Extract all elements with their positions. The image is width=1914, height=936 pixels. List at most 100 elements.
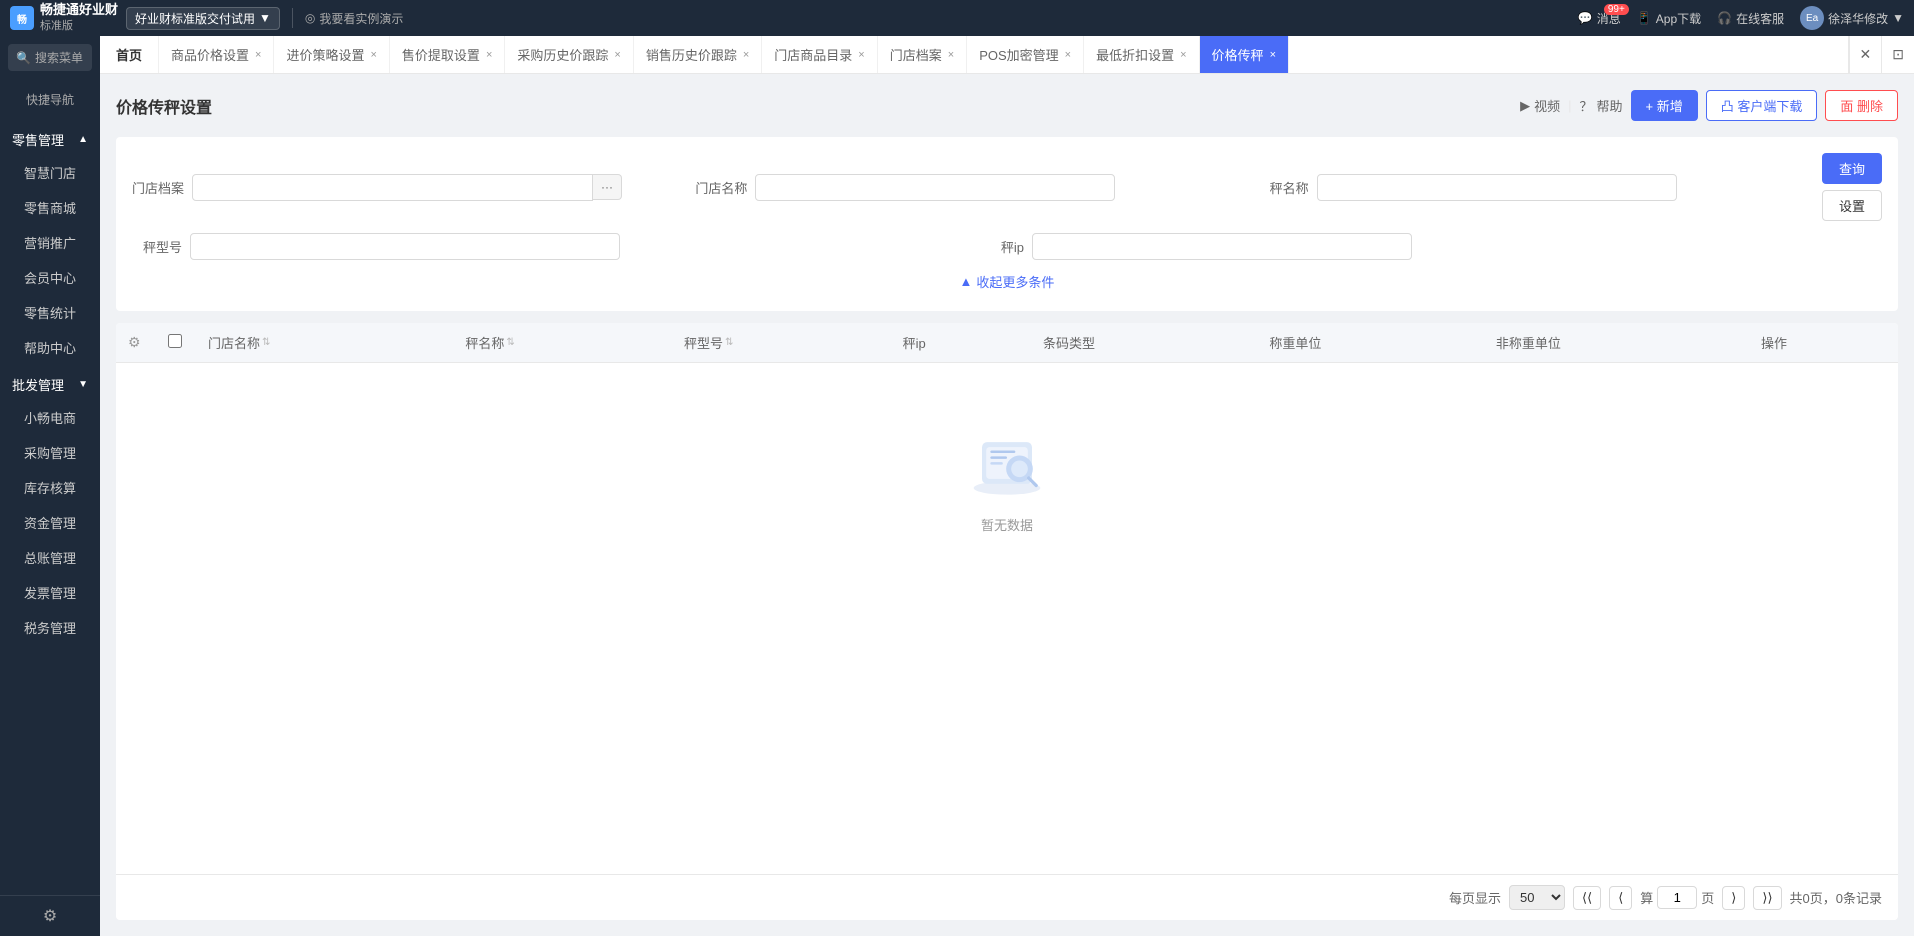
tab-close-store-file[interactable]: × [948,49,954,61]
tab-close-purchase-strategy[interactable]: × [370,49,376,61]
th-scale-ip: 秤ip [891,323,1031,363]
add-button[interactable]: + 新增 [1631,90,1698,121]
scale-model-input[interactable] [190,233,620,260]
sidebar-settings-button[interactable]: ⚙ [0,906,100,926]
tab-close-sales-history[interactable]: × [743,49,749,61]
table-area: ⚙ 门店名称 ⇅ [116,323,1898,920]
filter-row-1: 门店档案 ··· 门店名称 秤名称 [132,153,1882,221]
online-service-button[interactable]: 🎧 在线客服 [1717,10,1784,27]
top-bar-right: 💬 消息 99+ 📱 App下载 🎧 在线客服 Ea 徐泽华修改 ▼ [1578,6,1904,30]
filter-row-2: 秤型号 秤ip [132,233,1882,260]
tab-close-pos[interactable]: × [1065,49,1071,61]
version-selector[interactable]: 好业财标准版交付试用 ▼ [126,7,280,30]
tab-purchase-history[interactable]: 采购历史价跟踪 × [505,36,633,74]
store-file-addon-button[interactable]: ··· [593,174,622,200]
sidebar-group-wholesale: 批发管理 ▼ [0,365,100,400]
help-link[interactable]: ？ 帮助 [1580,96,1623,115]
th-barcode-type: 条码类型 [1031,323,1257,363]
page-title: 价格传秤设置 [116,94,212,118]
empty-text: 暂无数据 [981,515,1033,534]
sort-scale-name-icon[interactable]: ⇅ [506,337,514,348]
settings-icon[interactable]: ⚙ [128,334,141,350]
sidebar-item-inventory[interactable]: 库存核算 [0,470,100,505]
empty-row: 暂无数据 [116,363,1898,595]
select-all-checkbox[interactable] [168,334,182,348]
sidebar-item-retail-stats[interactable]: 零售统计 [0,295,100,330]
th-weight-unit: 称重单位 [1257,323,1483,363]
filter-label-scale-model: 秤型号 [132,237,182,256]
sidebar-group-wholesale-title[interactable]: 批发管理 ▼ [0,365,100,400]
sidebar: 🔍 搜索菜单 快捷导航 零售管理 ▲ 智慧门店 零售商城 营销推广 会员中心 [0,36,100,936]
tab-home[interactable]: 首页 [100,36,159,74]
th-checkbox [156,323,196,363]
tab-close-current[interactable]: ✕ [1849,36,1882,74]
empty-state: 暂无数据 [116,363,1898,594]
sidebar-item-marketing[interactable]: 营销推广 [0,225,100,260]
scale-name-input[interactable] [1317,174,1677,201]
video-link[interactable]: ▶ 视频 [1520,96,1560,115]
sidebar-item-purchase[interactable]: 采购管理 [0,435,100,470]
sidebar-item-ecommerce[interactable]: 小畅电商 [0,400,100,435]
sidebar-item-smart-store[interactable]: 智慧门店 [0,155,100,190]
empty-icon [957,423,1057,503]
messages-button[interactable]: 💬 消息 99+ [1578,10,1621,27]
tab-purchase-strategy[interactable]: 进价策略设置 × [274,36,389,74]
filter-scale-ip: 秤ip [974,233,1800,260]
tab-close-store-catalog[interactable]: × [858,49,864,61]
store-name-input[interactable] [755,174,1115,201]
user-info[interactable]: Ea 徐泽华修改 ▼ [1800,6,1904,30]
sidebar-item-finance[interactable]: 资金管理 [0,505,100,540]
tab-bar: 首页 商品价格设置 × 进价策略设置 × 售价提取设置 × 采购历史价跟踪 × [100,36,1914,74]
scale-ip-input[interactable] [1032,233,1412,260]
page-number-input[interactable] [1657,886,1697,909]
sidebar-group-retail-title[interactable]: 零售管理 ▲ [0,120,100,155]
download-button[interactable]: 凸 客户端下载 [1706,90,1818,121]
sidebar-item-retail-mall[interactable]: 零售商城 [0,190,100,225]
tab-maximize[interactable]: ⊡ [1881,36,1914,74]
app-download-button[interactable]: 📱 App下载 [1637,10,1701,27]
content-area: 首页 商品价格设置 × 进价策略设置 × 售价提取设置 × 采购历史价跟踪 × [100,36,1914,936]
tab-sales-history[interactable]: 销售历史价跟踪 × [634,36,762,74]
sidebar-item-help-center[interactable]: 帮助中心 [0,330,100,365]
tab-pos[interactable]: POS加密管理 × [967,36,1084,74]
page-header: 价格传秤设置 ▶ 视频 | ？ 帮助 + 新增 [116,90,1898,121]
per-page-label: 每页显示 [1449,888,1501,907]
sidebar-item-general-ledger[interactable]: 总账管理 [0,540,100,575]
app-logo: 畅 畅捷通好业财 标准版 [10,2,118,33]
next-page-button[interactable]: ⟩ [1722,886,1745,910]
first-page-button[interactable]: ⟨⟨ [1573,886,1601,910]
tab-close-price-scale[interactable]: × [1270,49,1276,61]
tab-min-discount[interactable]: 最低折扣设置 × [1084,36,1199,74]
store-file-input[interactable] [192,174,593,201]
tab-close-sell-extract[interactable]: × [486,49,492,61]
sort-scale-model-icon[interactable]: ⇅ [725,337,733,348]
tab-close-min-discount[interactable]: × [1180,49,1186,61]
set-button[interactable]: 设置 [1822,190,1882,221]
tab-sell-extract[interactable]: 售价提取设置 × [390,36,505,74]
sidebar-item-quicknav[interactable]: 快捷导航 [0,85,100,114]
sidebar-item-invoice[interactable]: 发票管理 [0,575,100,610]
filter-label-store-file: 门店档案 [132,178,184,197]
demo-button[interactable]: ◎ 我要看实例演示 [305,10,404,27]
th-store-name: 门店名称 ⇅ [196,323,453,363]
sidebar-item-tax[interactable]: 税务管理 [0,610,100,645]
search-menu-button[interactable]: 🔍 搜索菜单 [8,44,92,71]
tab-price-scale[interactable]: 价格传秤 × [1200,36,1289,74]
tab-close-purchase-history[interactable]: × [614,49,620,61]
query-button[interactable]: 查询 [1822,153,1882,184]
delete-button[interactable]: 面 删除 [1825,90,1898,121]
last-page-button[interactable]: ⟩⟩ [1753,886,1781,910]
tab-close-price-setting[interactable]: × [255,49,261,61]
sidebar-item-member-center[interactable]: 会员中心 [0,260,100,295]
filter-scale-name: 秤名称 [1259,174,1806,201]
tab-store-file[interactable]: 门店档案 × [878,36,967,74]
tab-controls: ✕ ⊡ [1848,36,1914,74]
prev-page-button[interactable]: ⟨ [1609,886,1632,910]
sidebar-bottom: ⚙ [0,895,100,936]
collapse-button[interactable]: ▲ 收起更多条件 [132,272,1882,291]
tab-price-setting[interactable]: 商品价格设置 × [159,36,274,74]
per-page-select[interactable]: 50 10 20 100 [1509,885,1565,910]
tab-store-catalog[interactable]: 门店商品目录 × [762,36,877,74]
sort-store-name-icon[interactable]: ⇅ [262,337,270,348]
page-info: 算 页 [1640,886,1714,909]
